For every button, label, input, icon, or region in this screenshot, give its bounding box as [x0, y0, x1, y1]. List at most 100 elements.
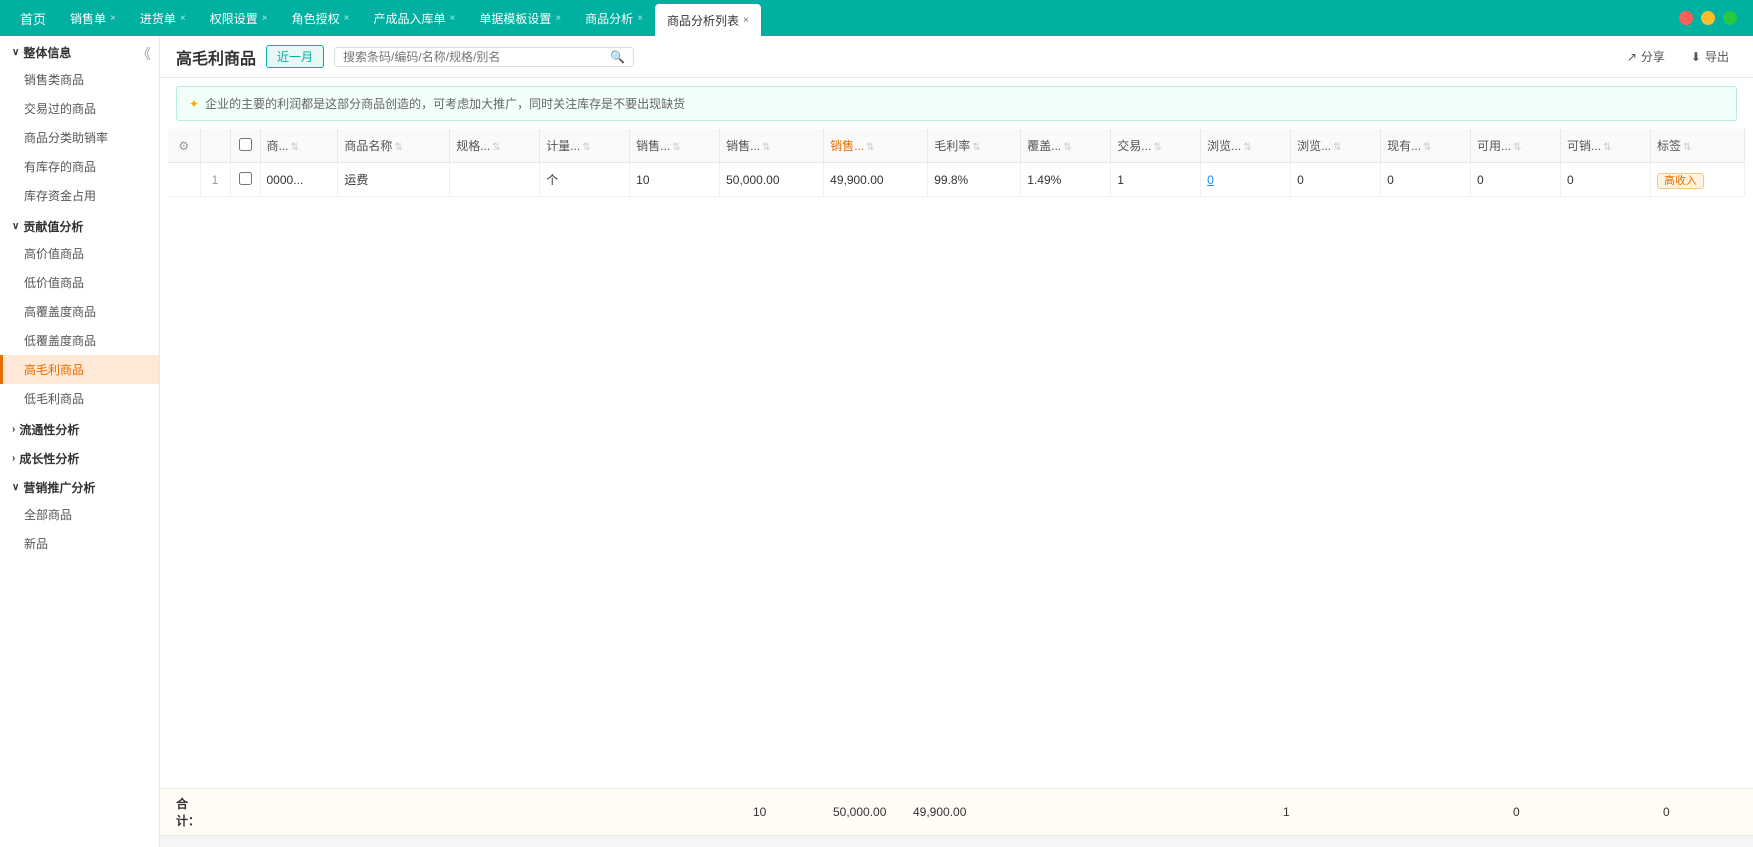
export-icon: ⬇ [1691, 50, 1701, 64]
sidebar-item-all-goods[interactable]: 全部商品 [0, 500, 159, 529]
sidebar-group-liquidity[interactable]: › 流通性分析 [0, 413, 159, 442]
sidebar-item-category-rate[interactable]: 商品分类助销率 [0, 123, 159, 152]
row-browse2: 0 [1291, 163, 1381, 197]
nav-permissions-close[interactable]: × [262, 13, 268, 24]
column-browse2[interactable]: 浏览...⇅ [1291, 129, 1381, 163]
column-stock-now[interactable]: 现有...⇅ [1381, 129, 1471, 163]
table-header-row: ⚙ 商...⇅ 商品名称⇅ 规格...⇅ 计量...⇅ 销售...⇅ 销售...… [168, 129, 1745, 163]
sort-icon-browse2: ⇅ [1333, 142, 1341, 153]
sort-icon-name: ⇅ [394, 142, 402, 153]
search-box: 🔍 [334, 47, 634, 67]
footer-sales-cost: 49,900.00 [907, 805, 987, 819]
row-stock-avail: 0 [1471, 163, 1561, 197]
nav-product-analysis[interactable]: 商品分析 × [573, 0, 655, 36]
column-settings[interactable]: ⚙ [168, 129, 200, 163]
nav-product-analysis-close[interactable]: × [637, 13, 643, 24]
filter-month-button[interactable]: 近一月 [266, 45, 324, 68]
search-icon: 🔍 [610, 50, 625, 64]
nav-role-auth[interactable]: 角色授权 × [280, 0, 362, 36]
product-table: ⚙ 商...⇅ 商品名称⇅ 规格...⇅ 计量...⇅ 销售...⇅ 销售...… [168, 129, 1745, 197]
sidebar-item-high-coverage[interactable]: 高覆盖度商品 [0, 297, 159, 326]
nav-product-entry[interactable]: 产成品入库单 × [361, 0, 467, 36]
row-check [230, 163, 260, 197]
column-gross-rate[interactable]: 毛利率⇅ [928, 129, 1021, 163]
export-button[interactable]: ⬇ 导出 [1683, 44, 1737, 69]
sidebar-item-new-goods[interactable]: 新品 [0, 529, 159, 558]
sidebar-group-growth[interactable]: › 成长性分析 [0, 442, 159, 471]
column-tag[interactable]: 标签⇅ [1650, 129, 1744, 163]
window-minimize-button[interactable] [1701, 11, 1715, 25]
footer-sales-amt: 50,000.00 [827, 805, 907, 819]
column-sales-amt[interactable]: 销售...⇅ [720, 129, 824, 163]
column-spec[interactable]: 规格...⇅ [450, 129, 540, 163]
chevron-right-icon: › [12, 424, 15, 435]
row-trade: 1 [1111, 163, 1201, 197]
nav-product-analysis-list-close[interactable]: × [743, 15, 749, 26]
window-maximize-button[interactable] [1723, 11, 1737, 25]
sidebar-group-overall[interactable]: ∨ 整体信息 [0, 36, 159, 65]
nav-home[interactable]: 首页 [8, 0, 58, 36]
column-unit[interactable]: 计量...⇅ [540, 129, 630, 163]
nav-product-entry-close[interactable]: × [449, 13, 455, 24]
row-name[interactable]: 运费 [338, 163, 450, 197]
sidebar-item-high-value[interactable]: 高价值商品 [0, 239, 159, 268]
window-close-button[interactable] [1679, 11, 1693, 25]
sort-icon: ⇅ [291, 142, 299, 153]
row-browse1[interactable]: 0 [1201, 163, 1291, 197]
column-stock-avail[interactable]: 可用...⇅ [1471, 129, 1561, 163]
sidebar-item-sales-goods[interactable]: 销售类商品 [0, 65, 159, 94]
nav-sales[interactable]: 销售单 × [58, 0, 128, 36]
sidebar-item-stocked-goods[interactable]: 有库存的商品 [0, 152, 159, 181]
chevron-right-icon-2: › [12, 453, 15, 464]
row-unit: 个 [540, 163, 630, 197]
sidebar-item-low-value[interactable]: 低价值商品 [0, 268, 159, 297]
row-sales-qty: 10 [630, 163, 720, 197]
table-container: ⚙ 商...⇅ 商品名称⇅ 规格...⇅ 计量...⇅ 销售...⇅ 销售...… [160, 129, 1753, 788]
column-sales-cost[interactable]: 销售...⇅ [824, 129, 928, 163]
search-input[interactable] [343, 50, 606, 64]
sidebar-item-low-coverage[interactable]: 低覆盖度商品 [0, 326, 159, 355]
row-gross-rate: 99.8% [928, 163, 1021, 197]
nav-sales-close[interactable]: × [110, 13, 116, 24]
column-trade[interactable]: 交易...⇅ [1111, 129, 1201, 163]
column-name[interactable]: 商品名称⇅ [338, 129, 450, 163]
share-button[interactable]: ↗ 分享 [1619, 44, 1673, 69]
sidebar-item-high-margin[interactable]: 高毛利商品 [0, 355, 159, 384]
row-settings [168, 163, 200, 197]
sidebar-group-contribution[interactable]: ∨ 贡献值分析 [0, 210, 159, 239]
column-sales-qty[interactable]: 销售...⇅ [630, 129, 720, 163]
nav-permissions[interactable]: 权限设置 × [198, 0, 280, 36]
sort-icon-coverage: ⇅ [1063, 142, 1071, 153]
sort-icon-sales-cost: ⇅ [866, 142, 874, 153]
footer-sales-qty: 10 [747, 805, 827, 819]
nav-role-auth-close[interactable]: × [344, 13, 350, 24]
nav-purchase-close[interactable]: × [180, 13, 186, 24]
nav-template-settings-close[interactable]: × [555, 13, 561, 24]
nav-product-analysis-list[interactable]: 商品分析列表 × [655, 4, 761, 36]
sort-icon-browse1: ⇅ [1243, 142, 1251, 153]
row-tag: 高收入 [1650, 163, 1744, 197]
nav-template-settings[interactable]: 单据模板设置 × [467, 0, 573, 36]
column-stock-sell[interactable]: 可销...⇅ [1560, 129, 1650, 163]
sidebar-item-stock-capital[interactable]: 库存资金占用 [0, 181, 159, 210]
nav-purchase[interactable]: 进货单 × [128, 0, 198, 36]
footer-browse2: 0 [1507, 805, 1587, 819]
sort-icon-spec: ⇅ [492, 142, 500, 153]
sidebar-collapse-button[interactable]: 《 [137, 44, 151, 64]
sidebar-item-traded-goods[interactable]: 交易过的商品 [0, 94, 159, 123]
column-browse1[interactable]: 浏览...⇅ [1201, 129, 1291, 163]
sidebar-item-low-margin[interactable]: 低毛利商品 [0, 384, 159, 413]
footer-totals: 合计： 10 50,000.00 49,900.00 1 0 0 [160, 788, 1753, 835]
top-navigation: 首页 销售单 × 进货单 × 权限设置 × 角色授权 × 产成品入库单 × 单据… [0, 0, 1753, 36]
share-icon: ↗ [1627, 50, 1637, 64]
select-all-checkbox[interactable] [239, 138, 252, 151]
horizontal-scrollbar[interactable] [160, 835, 1753, 847]
row-checkbox[interactable] [239, 172, 252, 185]
row-sales-cost: 49,900.00 [824, 163, 928, 197]
row-code[interactable]: 0000... [260, 163, 338, 197]
sidebar-group-marketing[interactable]: ∨ 营销推广分析 [0, 471, 159, 500]
column-coverage[interactable]: 覆盖...⇅ [1021, 129, 1111, 163]
column-code[interactable]: 商...⇅ [260, 129, 338, 163]
row-sales-amt: 50,000.00 [720, 163, 824, 197]
row-coverage: 1.49% [1021, 163, 1111, 197]
